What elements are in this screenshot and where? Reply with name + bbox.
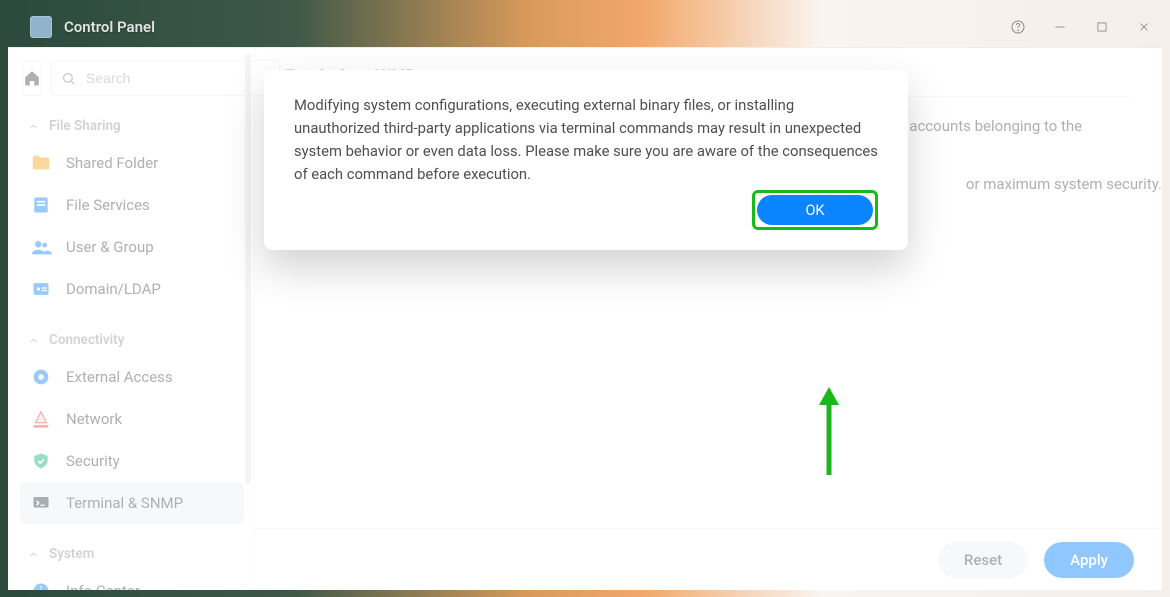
sidebar-item-label: User & Group [66,238,154,256]
sidebar-item-label: Domain/LDAP [66,280,161,298]
help-icon[interactable] [1008,17,1028,37]
file-icon [30,194,52,216]
control-panel-window: Control Panel File [8,7,1162,590]
apply-button[interactable]: Apply [1044,542,1134,578]
warning-dialog: Modifying system configurations, executi… [264,70,908,250]
network-icon [30,408,52,430]
chevron-up-icon [28,549,39,560]
link-icon [30,366,52,388]
sidebar-item-security[interactable]: Security [20,440,244,482]
home-button[interactable] [22,60,42,96]
card-icon [30,278,52,300]
sidebar-item-user-group[interactable]: User & Group [20,226,244,268]
group-system[interactable]: System [20,536,244,570]
sidebar-item-terminal-snmp[interactable]: Terminal & SNMP [20,482,244,524]
users-icon [30,236,52,258]
annotation-arrow [819,387,839,475]
sidebar-item-external-access[interactable]: External Access [20,356,244,398]
sidebar-item-info-center[interactable]: Info Center [20,570,244,590]
minimize-icon[interactable] [1050,17,1070,37]
dialog-text: Modifying system configurations, executi… [294,94,878,186]
sidebar-item-domain-ldap[interactable]: Domain/LDAP [20,268,244,310]
search-input[interactable] [84,69,269,87]
reset-button[interactable]: Reset [938,542,1028,578]
app-icon [30,16,52,38]
group-connectivity[interactable]: Connectivity [20,322,244,356]
group-file-sharing[interactable]: File Sharing [20,108,244,142]
sidebar-item-label: Terminal & SNMP [66,494,183,512]
window-titlebar: Control Panel [8,7,1162,47]
sidebar: File Sharing Shared Folder File Services… [8,48,255,590]
titlebar-left: Control Panel [30,16,155,38]
sidebar-top [8,48,254,108]
maximize-icon[interactable] [1092,17,1112,37]
ok-button[interactable]: OK [757,195,873,225]
chevron-up-icon [28,121,39,132]
dialog-actions: OK [294,190,878,230]
partial-text-fragment: or maximum system security. [966,175,1162,193]
sidebar-item-network[interactable]: Network [20,398,244,440]
sidebar-item-label: Security [66,452,120,470]
close-icon[interactable] [1134,17,1154,37]
search-icon [61,71,76,86]
sidebar-item-shared-folder[interactable]: Shared Folder [20,142,244,184]
sidebar-scrollbar[interactable] [245,54,251,484]
terminal-icon [30,492,52,514]
footer-bar: Reset Apply [255,528,1162,590]
sidebar-item-label: External Access [66,368,173,386]
shield-icon [30,450,52,472]
sidebar-item-label: File Services [66,196,150,214]
group-label: System [49,546,94,562]
chevron-up-icon [28,335,39,346]
group-label: File Sharing [49,118,121,134]
window-title: Control Panel [64,18,155,36]
info-icon [30,580,52,590]
sidebar-item-label: Info Center [66,582,140,590]
sidebar-body: File Sharing Shared Folder File Services… [8,108,254,590]
sidebar-item-label: Network [66,410,122,428]
ok-highlight: OK [752,190,878,230]
folder-icon [30,152,52,174]
sidebar-item-label: Shared Folder [66,154,158,172]
sidebar-item-file-services[interactable]: File Services [20,184,244,226]
titlebar-controls [1008,17,1154,37]
group-label: Connectivity [49,332,124,348]
